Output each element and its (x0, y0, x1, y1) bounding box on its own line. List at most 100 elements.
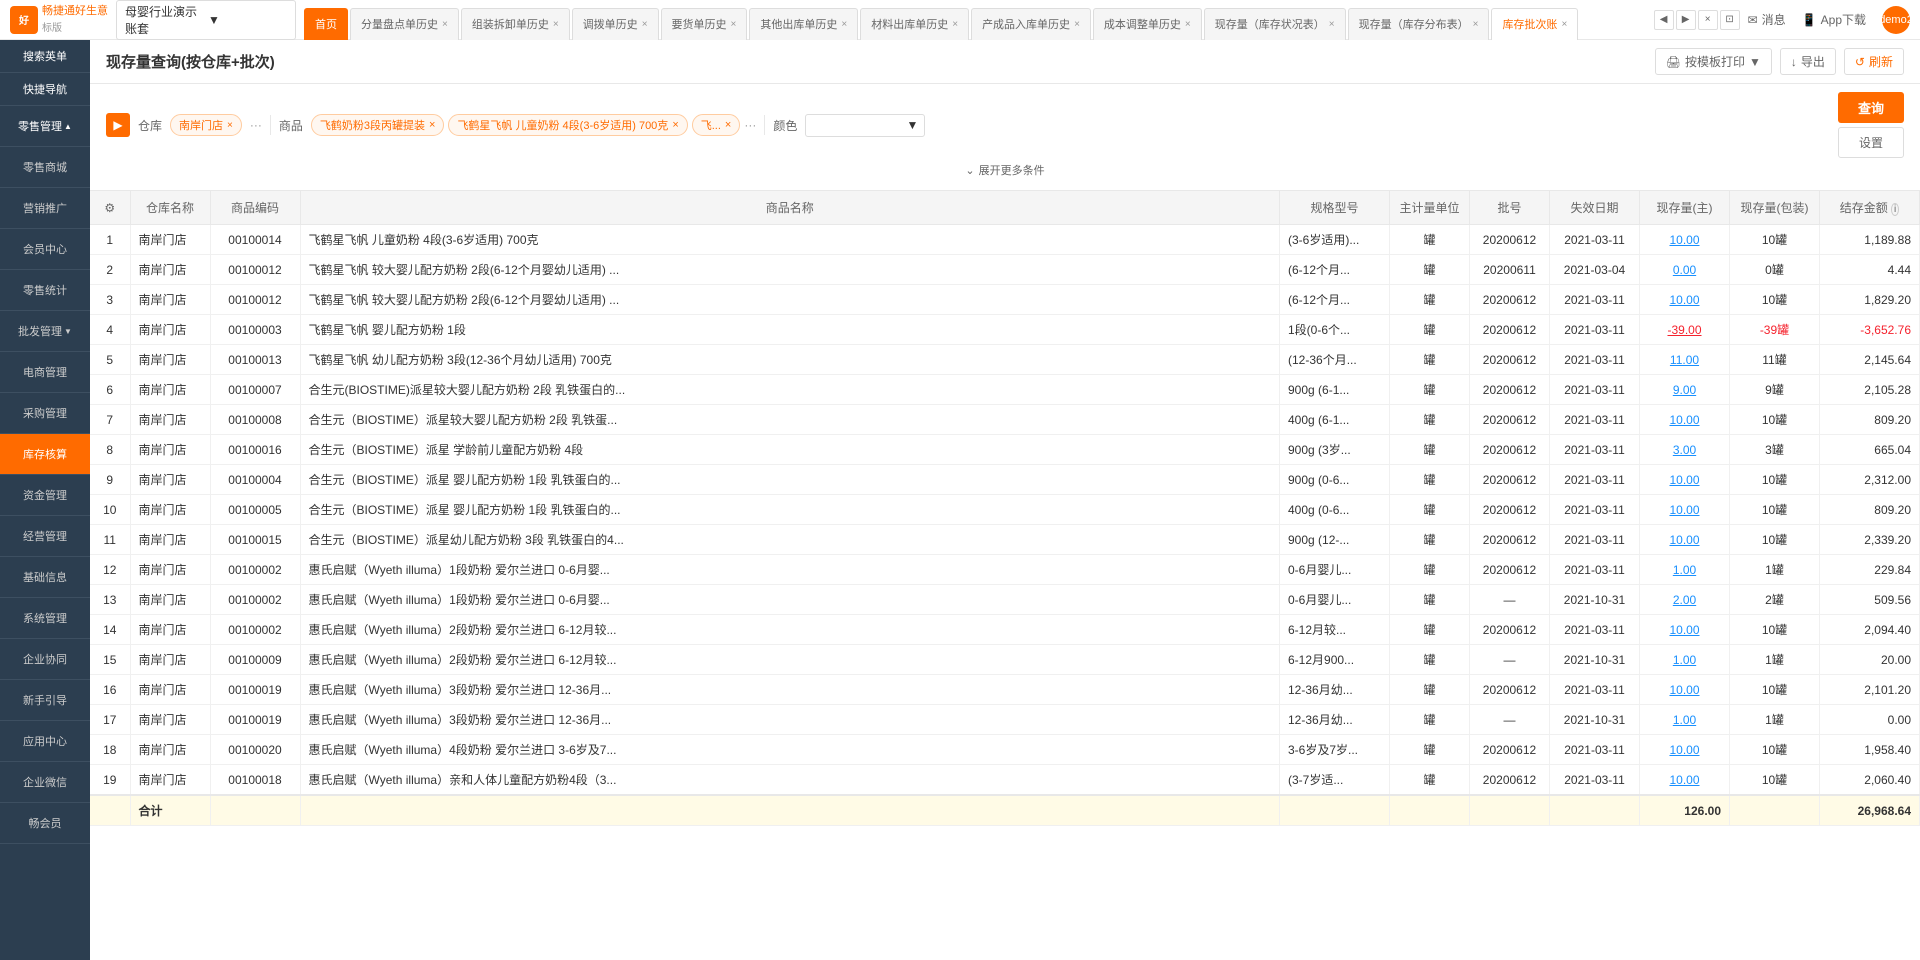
settings-button[interactable]: 设置 (1838, 127, 1904, 158)
sidebar-item-system[interactable]: 系统管理 (0, 598, 90, 639)
nav-prev-arrow[interactable]: ◀ (1654, 10, 1674, 30)
td-stock-main[interactable]: 10.00 (1640, 405, 1730, 435)
td-stock-main[interactable]: 10.00 (1640, 675, 1730, 705)
close-icon[interactable]: × (952, 19, 958, 30)
td-stock-pkg: -39罐 (1730, 315, 1820, 345)
td-batch: 20200612 (1470, 315, 1550, 345)
app-download-button[interactable]: 📱 App下载 (1802, 11, 1866, 28)
td-unit: 罐 (1390, 405, 1470, 435)
tab-order-history[interactable]: 要货单历史× (661, 8, 748, 40)
tab-cost-adjust-history[interactable]: 成本调整单历史× (1093, 8, 1202, 40)
close-icon[interactable]: × (642, 19, 648, 30)
td-stock-main[interactable]: 10.00 (1640, 495, 1730, 525)
close-icon[interactable]: × (841, 19, 847, 30)
sidebar-item-finance[interactable]: 资金管理 (0, 475, 90, 516)
tab-batch-account[interactable]: 库存批次账× (1491, 8, 1578, 40)
close-icon[interactable]: × (1561, 19, 1567, 30)
td-stock-main[interactable]: 0.00 (1640, 255, 1730, 285)
td-stock-main[interactable]: -39.00 (1640, 315, 1730, 345)
td-stock-pkg: 1罐 (1730, 645, 1820, 675)
td-code: 00100005 (210, 495, 300, 525)
sidebar-item-retail-stats[interactable]: 零售统计 (0, 270, 90, 311)
sidebar-item-inventory[interactable]: 库存核算 (0, 434, 90, 475)
td-stock-main[interactable]: 3.00 (1640, 435, 1730, 465)
template-print-button[interactable]: 🖨 按模板打印 ▼ (1655, 48, 1772, 75)
td-stock-main[interactable]: 10.00 (1640, 765, 1730, 796)
sidebar-item-retail-shop[interactable]: 零售商城 (0, 147, 90, 188)
close-icon[interactable]: × (442, 19, 448, 30)
sidebar-item-operations[interactable]: 经营管理 (0, 516, 90, 557)
tab-home[interactable]: 首页 (304, 8, 348, 40)
tab-product-in-history[interactable]: 产成品入库单历史× (971, 8, 1091, 40)
td-unit: 罐 (1390, 435, 1470, 465)
td-batch: 20200612 (1470, 555, 1550, 585)
company-select[interactable]: 母婴行业演示账套 ▼ (116, 0, 296, 40)
tab-outbound-history[interactable]: 其他出库单历史× (749, 8, 858, 40)
sidebar-item-newguide[interactable]: 新手引导 (0, 680, 90, 721)
product-tag-close-2[interactable]: × (672, 119, 678, 131)
sidebar-item-basics[interactable]: 基础信息 (0, 557, 90, 598)
close-icon[interactable]: × (1185, 19, 1191, 30)
close-icon[interactable]: × (553, 19, 559, 30)
sidebar-item-ecommerce[interactable]: 电商管理 (0, 352, 90, 393)
nav-close-arrow[interactable]: × (1698, 10, 1718, 30)
td-spec: 6-12月900... (1280, 645, 1390, 675)
td-stock-main[interactable]: 1.00 (1640, 705, 1730, 735)
tab-assemble-history[interactable]: 组装拆卸单历史× (461, 8, 570, 40)
sidebar-item-appcenter[interactable]: 应用中心 (0, 721, 90, 762)
close-icon[interactable]: × (731, 19, 737, 30)
close-icon[interactable]: × (1074, 19, 1080, 30)
sidebar-item-quicknav[interactable]: 快捷导航 (0, 73, 90, 106)
td-expire: 2021-03-11 (1550, 495, 1640, 525)
sidebar-item-purchase[interactable]: 采购管理 (0, 393, 90, 434)
td-name: 惠氏启赋（Wyeth illuma）亲和人体儿童配方奶粉4段（3... (300, 765, 1280, 796)
tab-material-out-history[interactable]: 材料出库单历史× (860, 8, 969, 40)
td-stock-main[interactable]: 10.00 (1640, 615, 1730, 645)
nav-maximize-arrow[interactable]: ⊡ (1720, 10, 1740, 30)
td-stock-main[interactable]: 11.00 (1640, 345, 1730, 375)
tab-stock-status[interactable]: 现存量（库存状况表）× (1204, 8, 1346, 40)
td-stock-main[interactable]: 9.00 (1640, 375, 1730, 405)
th-code: 商品编码 (210, 191, 300, 225)
sidebar-item-members[interactable]: 会员中心 (0, 229, 90, 270)
query-button[interactable]: 查询 (1838, 92, 1904, 123)
color-select[interactable]: ▼ (805, 114, 925, 137)
product-ellipsis[interactable]: ··· (744, 118, 756, 132)
sidebar-item-marketing[interactable]: 营销推广 (0, 188, 90, 229)
tab-stock-dist[interactable]: 现存量（库存分布表）× (1348, 8, 1490, 40)
nav-next-arrow[interactable]: ▶ (1676, 10, 1696, 30)
close-icon[interactable]: × (1473, 19, 1479, 30)
expand-more-button[interactable]: ⌄ 展开更多条件 (106, 158, 1904, 182)
sidebar-item-collab[interactable]: 企业协同 (0, 639, 90, 680)
tab-transfer-history[interactable]: 调拨单历史× (572, 8, 659, 40)
tab-inventory-history[interactable]: 分量盘点单历史× (350, 8, 459, 40)
total-cell-2 (210, 795, 300, 826)
sidebar-item-wechat[interactable]: 企业微信 (0, 762, 90, 803)
td-index: 11 (90, 525, 130, 555)
td-stock-main[interactable]: 1.00 (1640, 645, 1730, 675)
th-settings[interactable]: ⚙ (90, 191, 130, 225)
filter-expand-button[interactable]: ▶ (106, 113, 130, 137)
td-stock-main[interactable]: 10.00 (1640, 465, 1730, 495)
td-stock-main[interactable]: 2.00 (1640, 585, 1730, 615)
td-stock-main[interactable]: 10.00 (1640, 735, 1730, 765)
message-button[interactable]: ✉ 消息 (1748, 11, 1786, 28)
sidebar-item-member[interactable]: 畅会员 (0, 803, 90, 844)
sidebar-item-retail-mgmt[interactable]: 零售管理 ▲ (0, 106, 90, 147)
refresh-button[interactable]: ↺ 刷新 (1844, 48, 1904, 75)
td-stock-main[interactable]: 10.00 (1640, 285, 1730, 315)
sidebar-item-search[interactable]: 搜索英单 (0, 40, 90, 73)
product-tag-close-3[interactable]: × (725, 119, 731, 131)
td-spec: 6-12月较... (1280, 615, 1390, 645)
close-icon[interactable]: × (1329, 19, 1335, 30)
td-stock-main[interactable]: 10.00 (1640, 225, 1730, 255)
warehouse-tag-close[interactable]: × (227, 120, 233, 131)
td-warehouse: 南岸门店 (130, 375, 210, 405)
warehouse-ellipsis[interactable]: ··· (250, 118, 262, 132)
td-stock-main[interactable]: 10.00 (1640, 525, 1730, 555)
avatar[interactable]: demo2 (1882, 6, 1910, 34)
export-button[interactable]: ↓ 导出 (1780, 48, 1836, 75)
sidebar-item-wholesale[interactable]: 批发管理 ▼ (0, 311, 90, 352)
product-tag-close-1[interactable]: × (429, 119, 435, 131)
td-stock-main[interactable]: 1.00 (1640, 555, 1730, 585)
